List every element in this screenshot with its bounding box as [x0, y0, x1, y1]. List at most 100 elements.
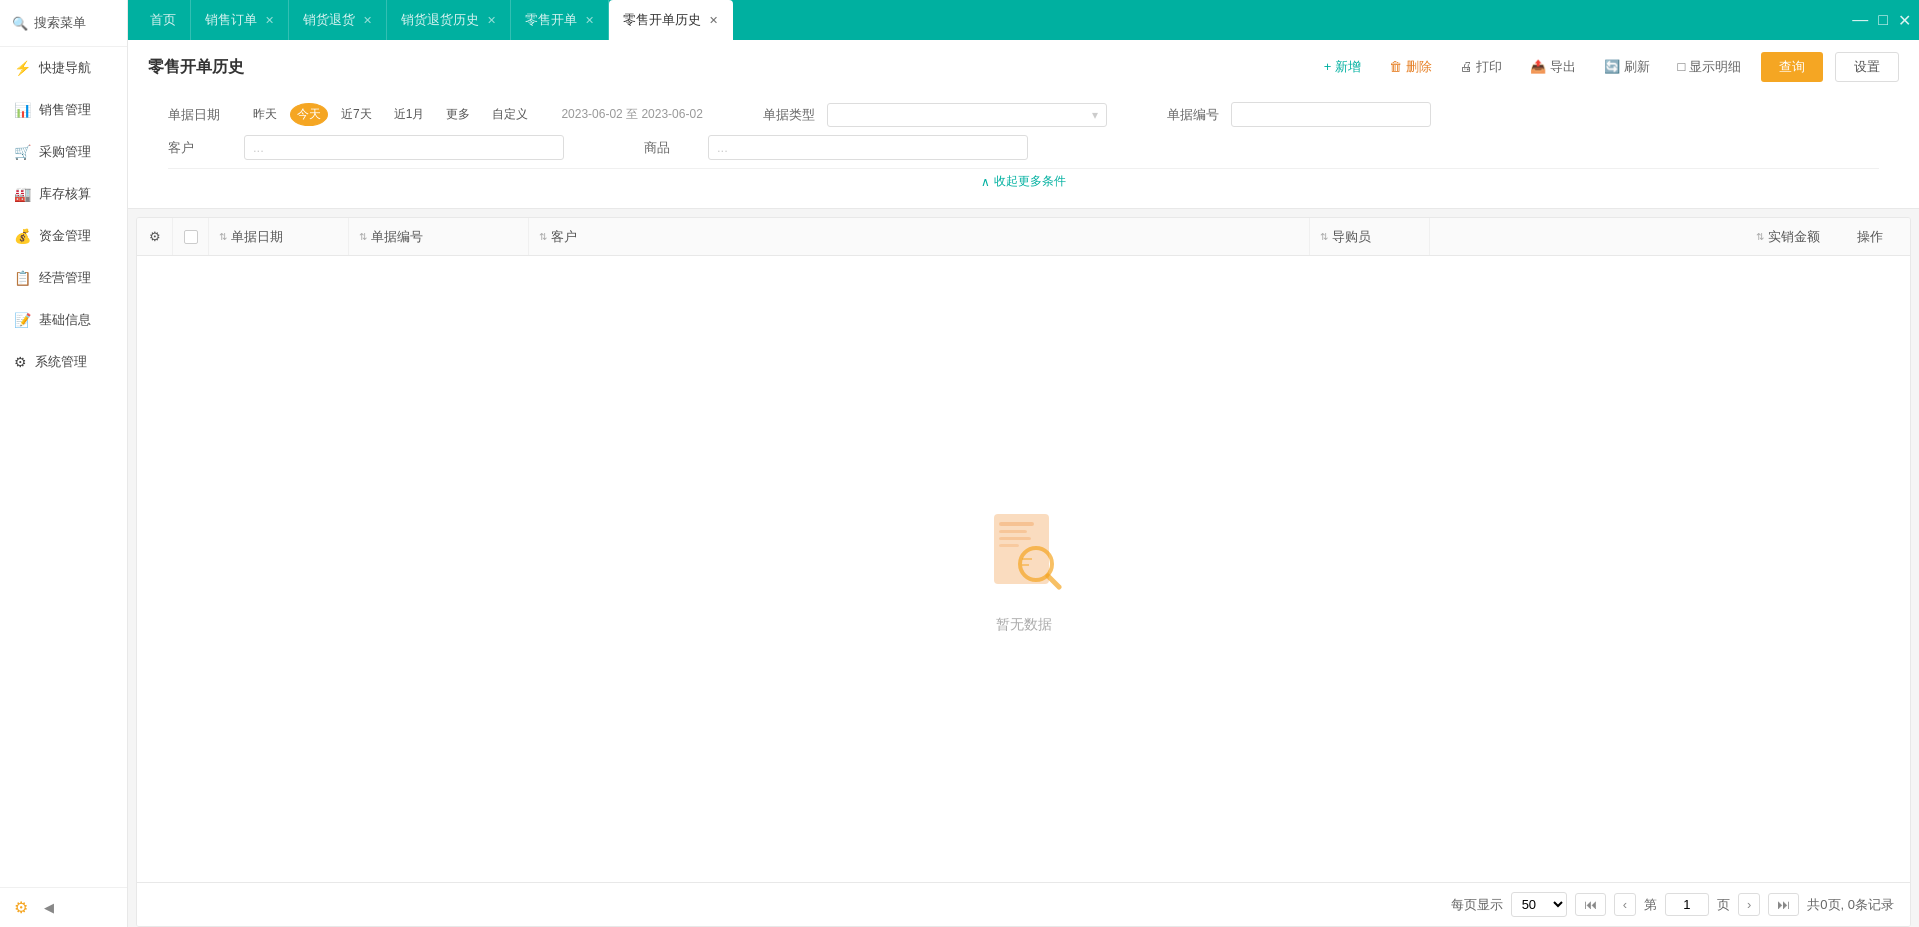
nav-icon-purchase: 🛒 — [14, 144, 31, 160]
collapse-arrow-icon: ∧ — [981, 175, 990, 189]
empty-state: 暂无数据 — [137, 256, 1910, 882]
search-icon: 🔍 — [12, 16, 28, 31]
tab-bar-actions: — □ ✕ — [1852, 11, 1911, 30]
date-btn-近1月[interactable]: 近1月 — [385, 103, 434, 126]
tab-close-sales-return-history[interactable]: ✕ — [487, 14, 496, 27]
page-number-input[interactable]: 1 — [1665, 893, 1709, 916]
th-number[interactable]: ⇅ 单据编号 — [349, 218, 529, 255]
tab-retail-open-history[interactable]: 零售开单历史✕ — [609, 0, 733, 40]
sidebar-item-system[interactable]: ⚙系统管理 — [0, 341, 127, 383]
last-page-button[interactable]: ⏭ — [1768, 893, 1799, 916]
tab-sales-return[interactable]: 销货退货✕ — [289, 0, 387, 40]
tab-label-home: 首页 — [150, 11, 176, 29]
th-settings[interactable]: ⚙ — [137, 218, 173, 255]
select-all-checkbox[interactable] — [184, 230, 198, 244]
next-page-button[interactable]: › — [1738, 893, 1760, 916]
print-button[interactable]: 🖨 打印 — [1452, 54, 1511, 80]
per-page-label: 每页显示 — [1451, 896, 1503, 914]
collapse-icon[interactable]: ◀ — [44, 900, 54, 915]
order-type-label: 单据类型 — [763, 106, 819, 124]
dropdown-icon: ▾ — [1092, 108, 1098, 122]
settings-icon[interactable]: ⚙ — [14, 898, 28, 917]
window-restore-icon[interactable]: □ — [1878, 11, 1888, 29]
prev-page-button[interactable]: ‹ — [1614, 893, 1636, 916]
th-number-label: 单据编号 — [371, 228, 423, 246]
th-checkbox[interactable] — [173, 218, 209, 255]
add-button[interactable]: + 新增 — [1316, 54, 1369, 80]
sidebar: 🔍 搜索菜单 ⚡快捷导航📊销售管理 🛒 采购管理 🏭库存核算💰资金管理 📋 经营管理 📝基础… — [0, 0, 128, 927]
date-btn-更多[interactable]: 更多 — [437, 103, 479, 126]
nav-label-system: 系统管理 — [35, 353, 87, 371]
th-customer[interactable]: ⇅ 客户 — [529, 218, 1310, 255]
sidebar-search[interactable]: 🔍 搜索菜单 — [0, 0, 127, 47]
tab-close-retail-open-history[interactable]: ✕ — [709, 14, 718, 27]
tab-sales-return-history[interactable]: 销货退货历史✕ — [387, 0, 511, 40]
page-title: 零售开单历史 — [148, 57, 244, 78]
window-minimize-icon[interactable]: — — [1852, 11, 1868, 29]
sidebar-item-finance[interactable]: 💰资金管理 — [0, 215, 127, 257]
nav-icon-manage: 📋 — [14, 270, 31, 286]
sort-icon-amount: ⇅ — [1756, 231, 1764, 242]
sort-icon-customer: ⇅ — [539, 231, 547, 242]
order-number-input[interactable] — [1231, 102, 1431, 127]
th-amount-label: 实销金额 — [1768, 228, 1820, 246]
table-header: ⚙ ⇅ 单据日期 ⇅ 单据编号 ⇅ 客户 ⇅ — [137, 218, 1910, 256]
filter-area: 单据日期 昨天今天近7天近1月更多自定义 2023-06-02 至 2023-0… — [148, 94, 1899, 208]
sidebar-item-quick-nav[interactable]: ⚡快捷导航 — [0, 47, 127, 89]
page-title-row: 零售开单历史 + 新增 🗑 删除 🖨 打印 📤 导出 🔄 刷新 □ 显示明细 查… — [148, 52, 1899, 82]
date-btn-今天[interactable]: 今天 — [290, 103, 328, 126]
nav-icon-sales: 📊 — [14, 102, 31, 118]
th-guide[interactable]: ⇅ 导购员 — [1310, 218, 1430, 255]
nav-label-purchase: 采购管理 — [39, 143, 91, 161]
tab-home[interactable]: 首页 — [136, 0, 191, 40]
delete-button[interactable]: 🗑 删除 — [1381, 54, 1440, 80]
collapse-button[interactable]: ∧ 收起更多条件 — [168, 168, 1879, 194]
query-button[interactable]: 查询 — [1761, 52, 1823, 82]
order-number-label: 单据编号 — [1167, 106, 1223, 124]
sidebar-item-sales[interactable]: 📊销售管理 — [0, 89, 127, 131]
sidebar-search-label: 搜索菜单 — [34, 14, 86, 32]
nav-label-finance: 资金管理 — [39, 227, 91, 245]
th-date[interactable]: ⇅ 单据日期 — [209, 218, 349, 255]
empty-text: 暂无数据 — [996, 616, 1052, 634]
per-page-select[interactable]: 50 100 200 — [1511, 892, 1567, 917]
order-type-select[interactable]: ▾ — [827, 103, 1107, 127]
first-page-button[interactable]: ⏮ — [1575, 893, 1606, 916]
date-label: 单据日期 — [168, 106, 224, 124]
date-btn-昨天[interactable]: 昨天 — [244, 103, 286, 126]
refresh-button[interactable]: 🔄 刷新 — [1596, 54, 1658, 80]
sidebar-item-basic[interactable]: 📝基础信息 — [0, 299, 127, 341]
export-button[interactable]: 📤 导出 — [1522, 54, 1584, 80]
th-amount[interactable]: ⇅ 实销金额 — [1430, 218, 1830, 255]
sidebar-item-inventory[interactable]: 🏭库存核算 — [0, 173, 127, 215]
sidebar-bottom: ⚙ ◀ — [0, 887, 127, 927]
tab-close-sales-order[interactable]: ✕ — [265, 14, 274, 27]
settings-button[interactable]: 设置 — [1835, 52, 1899, 82]
customer-label: 客户 — [168, 139, 224, 157]
sort-icon: ⇅ — [219, 231, 227, 242]
svg-line-6 — [1048, 576, 1059, 587]
nav-icon-quick-nav: ⚡ — [14, 60, 31, 76]
page-prefix: 第 — [1644, 896, 1657, 914]
sidebar-item-manage[interactable]: 📋 经营管理 — [0, 257, 127, 299]
nav-icon-basic: 📝 — [14, 312, 31, 328]
customer-input[interactable]: ... — [244, 135, 564, 160]
product-placeholder: ... — [717, 140, 728, 155]
tab-sales-order[interactable]: 销售订单✕ — [191, 0, 289, 40]
tabs-container: 首页销售订单✕销货退货✕销货退货历史✕零售开单✕零售开单历史✕ — [136, 0, 733, 40]
order-type-section: 单据类型 ▾ — [763, 103, 1107, 127]
date-btn-自定义[interactable]: 自定义 — [483, 103, 537, 126]
date-buttons: 昨天今天近7天近1月更多自定义 — [244, 103, 537, 126]
product-input[interactable]: ... — [708, 135, 1028, 160]
date-btn-近7天[interactable]: 近7天 — [332, 103, 381, 126]
sidebar-item-purchase[interactable]: 🛒 采购管理 — [0, 131, 127, 173]
tab-close-retail-open[interactable]: ✕ — [585, 14, 594, 27]
window-close-icon[interactable]: ✕ — [1898, 11, 1911, 30]
svg-rect-1 — [999, 522, 1034, 526]
nav-label-manage: 经营管理 — [39, 269, 91, 287]
page-header: 零售开单历史 + 新增 🗑 删除 🖨 打印 📤 导出 🔄 刷新 □ 显示明细 查… — [128, 40, 1919, 209]
date-range: 2023-06-02 至 2023-06-02 — [561, 106, 702, 123]
tab-retail-open[interactable]: 零售开单✕ — [511, 0, 609, 40]
display-detail-button[interactable]: □ 显示明细 — [1670, 54, 1749, 80]
tab-close-sales-return[interactable]: ✕ — [363, 14, 372, 27]
